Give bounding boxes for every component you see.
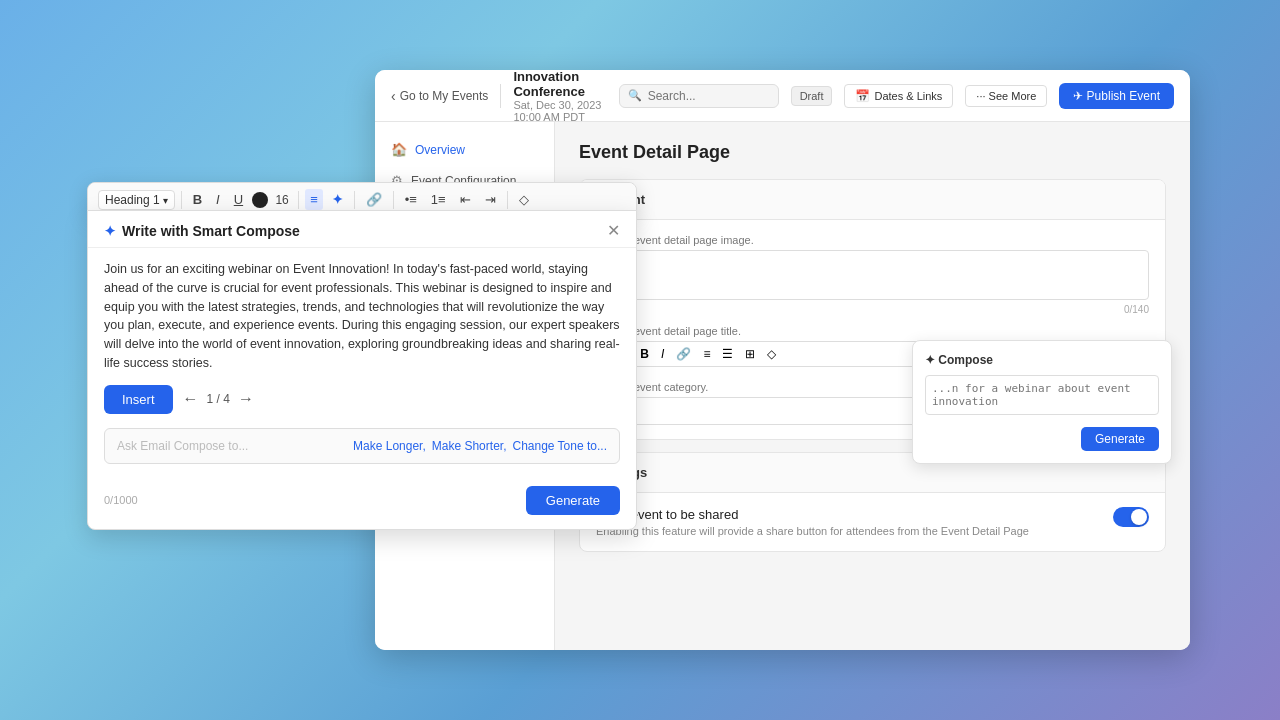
- see-more-button[interactable]: ··· See More: [965, 85, 1047, 107]
- home-icon: 🏠: [391, 142, 407, 157]
- sc-actions: Insert ← 1 / 4 →: [104, 385, 620, 414]
- heading-label: Heading 1: [105, 193, 160, 207]
- link-button[interactable]: 🔗: [361, 189, 387, 210]
- list-btn-inner[interactable]: ☰: [718, 346, 737, 362]
- event-info: Innovation Conference Sat, Dec 30, 2023 …: [513, 70, 606, 123]
- toolbar-sep-2: [298, 191, 299, 209]
- search-icon: 🔍: [628, 89, 642, 102]
- toolbar-sep-4: [393, 191, 394, 209]
- allow-share-row: Allow event to be shared Enabling this f…: [596, 507, 1149, 537]
- sc-header: ✦ Write with Smart Compose ✕: [88, 211, 636, 248]
- toolbar-sep-1: [181, 191, 182, 209]
- allow-share-info: Allow event to be shared Enabling this f…: [596, 507, 1029, 537]
- title-field-label: Set the event detail page title.: [596, 325, 1149, 337]
- change-tone-link[interactable]: Change Tone to...: [512, 439, 607, 453]
- sc-footer: 0/1000 Generate: [88, 476, 636, 529]
- indent-decrease-button[interactable]: ⇤: [455, 189, 476, 210]
- align-btn-inner[interactable]: ≡: [699, 346, 714, 362]
- top-bar: Go to My Events Innovation Conference Sa…: [375, 70, 1190, 122]
- generate-button[interactable]: Generate: [526, 486, 620, 515]
- calendar-icon: 📅: [855, 89, 870, 103]
- diamond-btn-inner[interactable]: ◇: [763, 346, 780, 362]
- smart-compose-modal: ✦ Write with Smart Compose ✕ Join us for…: [87, 210, 637, 530]
- sc-title: ✦ Write with Smart Compose: [104, 223, 300, 239]
- top-bar-divider: [500, 84, 501, 108]
- inner-generate-button[interactable]: Generate: [1081, 427, 1159, 451]
- image-textarea[interactable]: [596, 250, 1149, 300]
- bold-button[interactable]: B: [188, 189, 207, 210]
- allow-share-label: Allow event to be shared: [596, 507, 1029, 522]
- color-swatch: [252, 192, 268, 208]
- char-counter: 0/1000: [104, 494, 138, 506]
- italic-btn-inner[interactable]: I: [657, 346, 668, 362]
- search-box[interactable]: 🔍: [619, 84, 779, 108]
- inner-compose-panel: ✦ Compose Generate: [912, 340, 1172, 464]
- indent-btn-inner[interactable]: ⊞: [741, 346, 759, 362]
- diamond-button[interactable]: ◇: [514, 189, 534, 210]
- toolbar-sep-3: [354, 191, 355, 209]
- go-to-events-link[interactable]: Go to My Events: [391, 88, 488, 104]
- image-field-label: Set the event detail page image.: [596, 234, 1149, 246]
- compose-placeholder: Ask Email Compose to...: [117, 439, 345, 453]
- page-title: Event Detail Page: [579, 142, 1166, 163]
- sc-compose-area: Ask Email Compose to... Make Longer, Mak…: [104, 428, 620, 464]
- compose-ai-button[interactable]: ✦: [327, 189, 348, 210]
- search-input[interactable]: [648, 89, 770, 103]
- sidebar-item-overview-label: Overview: [415, 143, 465, 157]
- inner-compose-title: ✦ Compose: [925, 353, 1159, 367]
- settings-section-card: Settings Allow event to be shared Enabli…: [579, 452, 1166, 552]
- sc-close-button[interactable]: ✕: [607, 223, 620, 239]
- sc-body: Join us for an exciting webinar on Event…: [88, 248, 636, 476]
- font-size-display: 16: [272, 193, 292, 207]
- make-shorter-link[interactable]: Make Shorter,: [432, 439, 507, 453]
- toolbar-sep-5: [507, 191, 508, 209]
- chevron-down-icon: [163, 193, 168, 207]
- bullet-list-button[interactable]: •≡: [400, 189, 422, 210]
- sidebar-item-overview[interactable]: 🏠 Overview: [375, 134, 554, 165]
- next-arrow-button[interactable]: →: [238, 391, 254, 407]
- align-left-button[interactable]: ≡: [305, 189, 323, 210]
- dates-links-button[interactable]: 📅 Dates & Links: [844, 84, 953, 108]
- settings-section-body: Allow event to be shared Enabling this f…: [580, 493, 1165, 551]
- indent-increase-button[interactable]: ⇥: [480, 189, 501, 210]
- italic-button[interactable]: I: [211, 189, 225, 210]
- heading-select[interactable]: Heading 1: [98, 190, 175, 210]
- compose-links: Make Longer, Make Shorter, Change Tone t…: [353, 439, 607, 453]
- make-longer-link[interactable]: Make Longer,: [353, 439, 426, 453]
- image-char-count: 0/140: [596, 304, 1149, 315]
- event-title: Innovation Conference: [513, 70, 606, 99]
- bold-btn-inner[interactable]: B: [636, 346, 653, 362]
- sc-generated-text: Join us for an exciting webinar on Event…: [104, 260, 620, 373]
- sparkle-icon: ✦: [104, 223, 116, 239]
- event-date: Sat, Dec 30, 2023 10:00 AM PDT: [513, 99, 606, 123]
- allow-share-toggle[interactable]: [1113, 507, 1149, 527]
- publish-button[interactable]: ✈ Publish Event: [1059, 83, 1174, 109]
- content-section-header: Content: [580, 180, 1165, 220]
- draft-badge: Draft: [791, 86, 833, 106]
- inner-compose-footer: Generate: [925, 427, 1159, 451]
- page-indicator: 1 / 4: [207, 392, 230, 406]
- number-list-button[interactable]: 1≡: [426, 189, 451, 210]
- inner-compose-input[interactable]: [925, 375, 1159, 415]
- underline-button[interactable]: U: [229, 189, 248, 210]
- link-btn-inner[interactable]: 🔗: [672, 346, 695, 362]
- allow-share-desc: Enabling this feature will provide a sha…: [596, 525, 1029, 537]
- insert-button[interactable]: Insert: [104, 385, 173, 414]
- nav-arrows: ← 1 / 4 →: [183, 391, 254, 407]
- prev-arrow-button[interactable]: ←: [183, 391, 199, 407]
